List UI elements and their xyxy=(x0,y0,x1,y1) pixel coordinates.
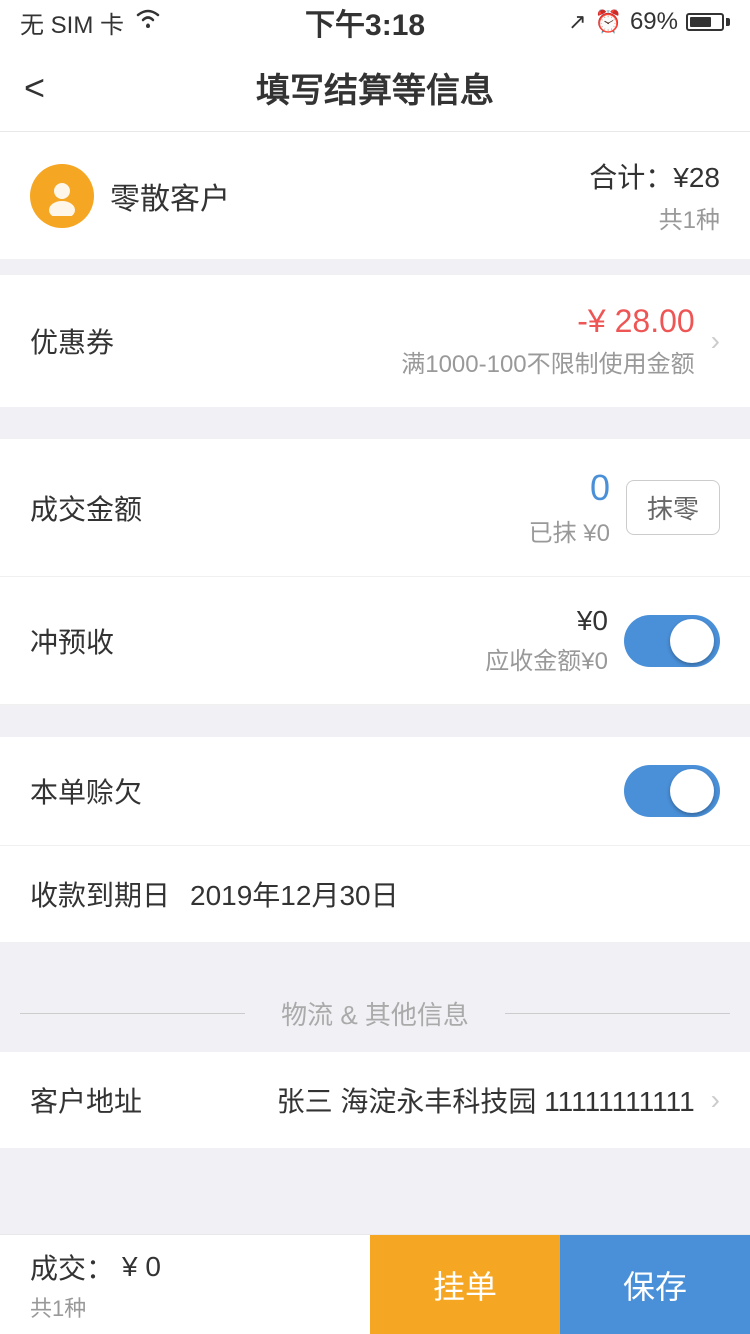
address-right: 张三 海淀永丰科技园 11111111111 › xyxy=(277,1080,720,1120)
credit-row: 本单赊欠 xyxy=(0,737,750,846)
deal-amount-section: 成交金额 0 已抹 ¥0 抹零 冲预收 ¥0 应收金额¥0 xyxy=(0,439,750,705)
prepaid-toggle[interactable] xyxy=(624,615,720,667)
logistics-divider: 物流 & 其他信息 xyxy=(0,975,750,1052)
due-date-value: 2019年12月30日 xyxy=(190,874,399,914)
coupon-right: -¥ 28.00 满1000-100不限制使用金额 › xyxy=(401,303,720,379)
prepaid-label: 冲预收 xyxy=(30,621,114,661)
deal-amount-value: 0 xyxy=(590,467,610,508)
logistics-label: 物流 & 其他信息 xyxy=(281,995,469,1032)
toggle-knob xyxy=(670,619,714,663)
prepaid-row: 冲预收 ¥0 应收金额¥0 xyxy=(0,577,750,705)
status-time: 下午3:18 xyxy=(305,0,425,44)
chevron-right-icon: › xyxy=(711,325,720,357)
customer-name: 零散客户 xyxy=(110,174,230,218)
credit-label: 本单赊欠 xyxy=(30,771,142,811)
status-bar: 无 SIM 卡 下午3:18 ↗ ⏰ 69% xyxy=(0,0,750,44)
battery-percent: 69% xyxy=(630,8,678,36)
divider-line-right xyxy=(505,1013,730,1014)
address-value: 张三 海淀永丰科技园 11111111111 xyxy=(277,1080,695,1120)
status-right: ↗ ⏰ 69% xyxy=(568,8,730,36)
address-chevron-icon: › xyxy=(711,1084,720,1116)
credit-section: 本单赊欠 收款到期日 2019年12月30日 xyxy=(0,737,750,943)
credit-toggle[interactable] xyxy=(624,765,720,817)
customer-row: 零散客户 合计：¥28 共1种 xyxy=(0,132,750,259)
bottom-deal-label: 成交： xyxy=(30,1247,114,1287)
alarm-icon: ⏰ xyxy=(595,9,622,35)
battery-icon xyxy=(686,13,730,31)
customer-count: 共1种 xyxy=(589,200,720,235)
deal-amount-right: 0 已抹 ¥0 抹零 xyxy=(529,467,720,548)
address-section: 客户地址 张三 海淀永丰科技园 11111111111 › xyxy=(0,1052,750,1148)
status-left: 无 SIM 卡 xyxy=(20,5,162,40)
divider-line-left xyxy=(20,1013,245,1014)
bottom-count: 共1种 xyxy=(30,1291,340,1323)
coupon-row[interactable]: 优惠券 -¥ 28.00 满1000-100不限制使用金额 › xyxy=(0,275,750,407)
wifi-icon xyxy=(134,8,162,36)
credit-toggle-knob xyxy=(670,769,714,813)
due-date-row: 收款到期日 2019年12月30日 xyxy=(0,846,750,943)
deal-amount-label: 成交金额 xyxy=(30,488,142,528)
prepaid-value: ¥0 xyxy=(485,605,608,637)
section-separator-3 xyxy=(0,959,750,975)
coupon-value: -¥ 28.00 xyxy=(401,303,694,340)
back-button[interactable]: < xyxy=(24,67,45,109)
mozero-button[interactable]: 抹零 xyxy=(626,480,720,535)
bottom-deal-amount: ¥ 0 xyxy=(122,1251,161,1283)
deal-amount-sub: 已抹 ¥0 xyxy=(529,513,610,548)
carrier-label: 无 SIM 卡 xyxy=(20,5,124,40)
section-separator-2 xyxy=(0,721,750,737)
due-date-label: 收款到期日 xyxy=(30,874,170,914)
bottom-info: 成交： ¥ 0 共1种 xyxy=(0,1235,370,1334)
section-separator-1 xyxy=(0,423,750,439)
nav-bar: < 填写结算等信息 xyxy=(0,44,750,132)
customer-right: 合计：¥28 共1种 xyxy=(589,156,720,235)
deal-amount-row: 成交金额 0 已抹 ¥0 抹零 xyxy=(0,439,750,577)
page-title: 填写结算等信息 xyxy=(256,63,494,112)
location-icon: ↗ xyxy=(568,9,586,35)
customer-total: 合计：¥28 xyxy=(589,156,720,196)
save-button[interactable]: 保存 xyxy=(560,1235,750,1334)
avatar xyxy=(30,164,94,228)
bottom-bar: 成交： ¥ 0 共1种 挂单 保存 xyxy=(0,1234,750,1334)
hang-button[interactable]: 挂单 xyxy=(370,1235,560,1334)
main-content: 零散客户 合计：¥28 共1种 优惠券 -¥ 28.00 满1000-100不限… xyxy=(0,132,750,1284)
coupon-label: 优惠券 xyxy=(30,321,114,361)
coupon-sub: 满1000-100不限制使用金额 xyxy=(401,344,694,379)
customer-left: 零散客户 xyxy=(30,164,230,228)
address-row[interactable]: 客户地址 张三 海淀永丰科技园 11111111111 › xyxy=(0,1052,750,1148)
address-label: 客户地址 xyxy=(30,1080,142,1120)
prepaid-sub: 应收金额¥0 xyxy=(485,641,608,676)
coupon-section: 优惠券 -¥ 28.00 满1000-100不限制使用金额 › xyxy=(0,275,750,407)
